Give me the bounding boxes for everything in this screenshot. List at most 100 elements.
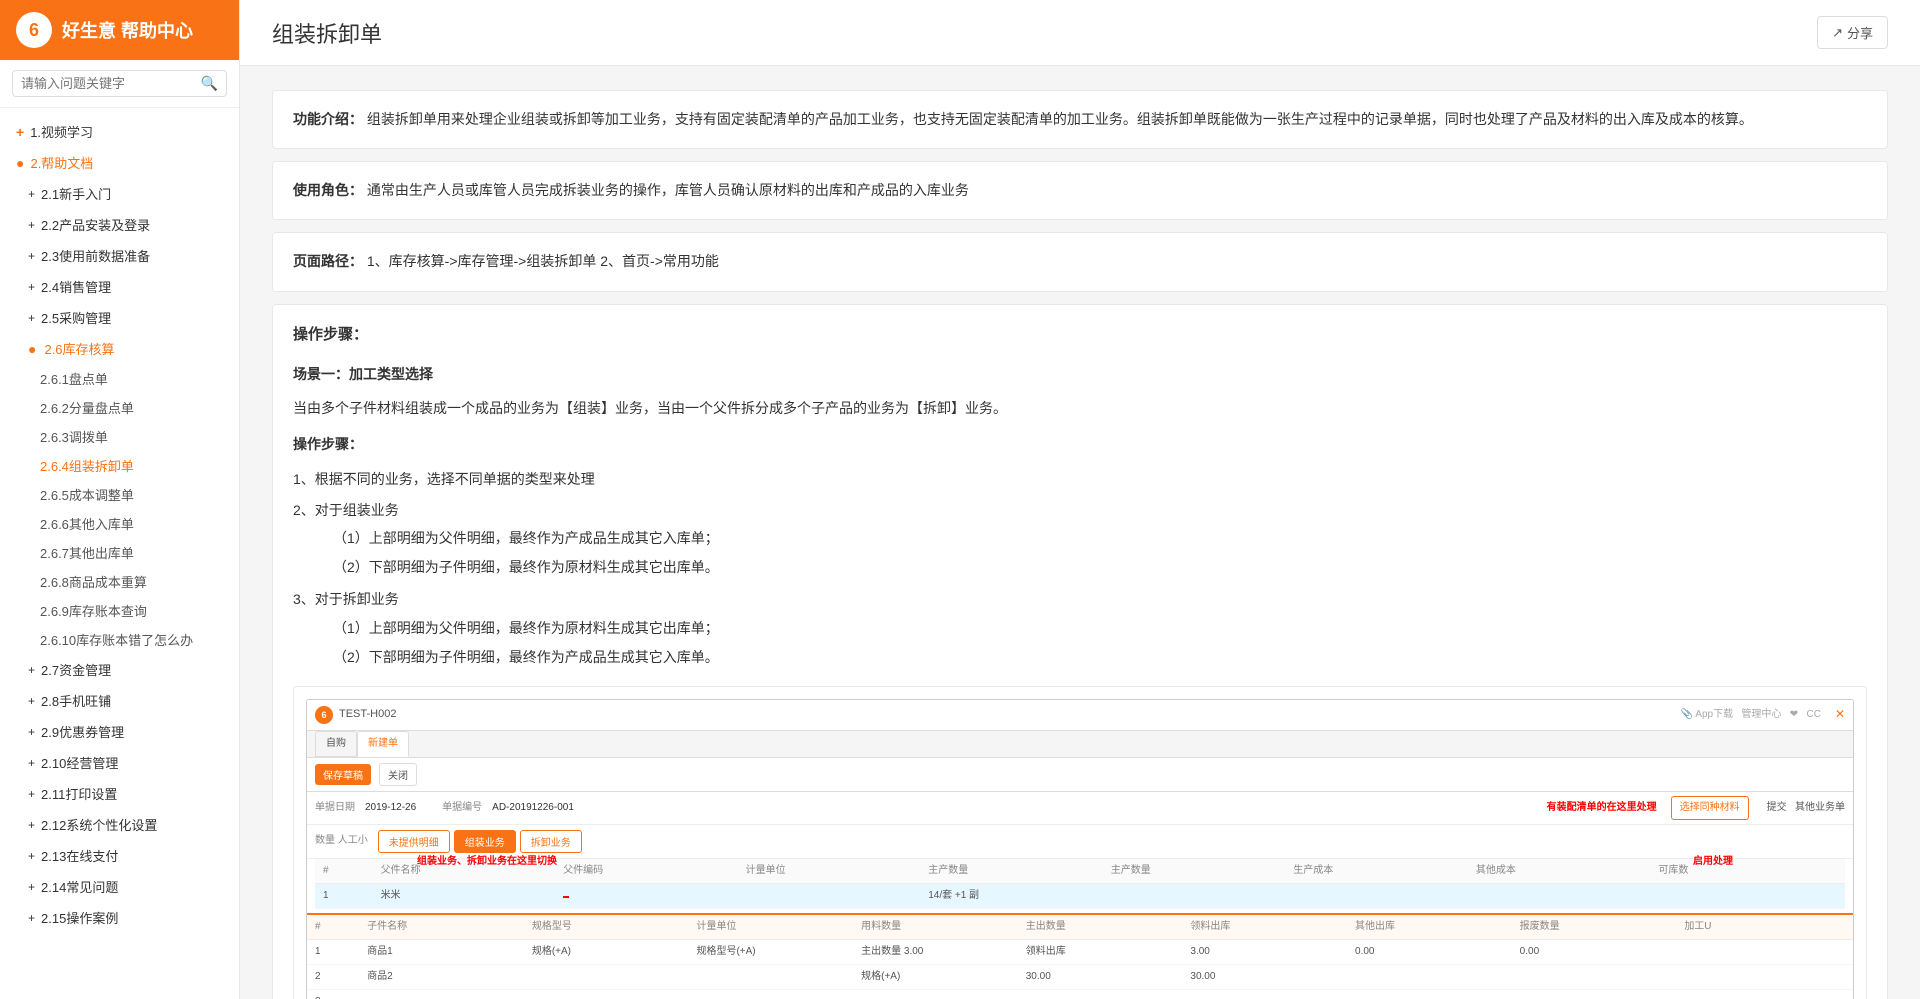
fake-screenshot: 6 TEST-H002 📎 App下载 管理中心 ❤ CC ✕ 自购 新建单 [306,699,1854,999]
annotation-enable: 启用处理 [1693,853,1733,871]
step3-1: （1）上部明细为父件明细，最终作为原材料生成其它出库单； [333,615,1867,642]
sidebar-leaf-otheroutbound[interactable]: 2.6.7其他出库单 [0,538,239,567]
step2: 2、对于组装业务 [293,497,1867,524]
role-text: 通常由生产人员或库管人员完成拆装业务的操作，库管人员确认原材料的出库和产成品的入… [367,182,969,198]
sidebar-item-label: 2.9优惠券管理 [41,722,124,741]
sidebar-search-area: 🔍 [0,60,239,108]
fs-lower-row-3[interactable]: 3 [307,990,1853,999]
page-title: 组装拆卸单 [272,17,382,49]
sidebar-item-newbie[interactable]: + 2.1新手入门 [0,178,239,209]
sidebar-leaf-costadj[interactable]: 2.6.5成本调整单 [0,480,239,509]
fs-type-selector: 数量 人工小 未提供明细 组装业务 拆卸业务 组装业务、拆卸业务在这里切换 [307,825,1853,859]
sidebar-item-install[interactable]: + 2.2产品安装及登录 [0,209,239,240]
path-block: 页面路径： 1、库存核算->库存管理->组装拆卸单 2、首页->常用功能 [272,232,1888,291]
main-header: 组装拆卸单 ↗ 分享 [240,0,1920,66]
share-label: 分享 [1847,23,1873,42]
sidebar-leaf-adjust[interactable]: 2.6.3调拨单 [0,422,239,451]
sidebar-item-coupon[interactable]: + 2.9优惠券管理 [0,716,239,747]
sidebar-item-label: 2.4销售管理 [41,277,111,296]
fs-lower-header: # 子件名称 规格型号 计量单位 用料数量 主出数量 领料出库 其他出库 报废数… [307,915,1853,940]
sidebar-item-sysconfig[interactable]: + 2.12系统个性化设置 [0,809,239,840]
role-label: 使用角色： [293,182,363,198]
sidebar-item-label: 2.3使用前数据准备 [41,246,150,265]
plus-icon: + [28,818,35,832]
share-icon: ↗ [1832,25,1843,41]
path-text: 1、库存核算->库存管理->组装拆卸单 2、首页->常用功能 [367,253,719,269]
sidebar-item-label: 2.7资金管理 [41,660,111,679]
plus-icon: + [28,880,35,894]
sidebar-item-inventory[interactable]: ● 2.6库存核算 [0,333,239,364]
step3-2: （2）下部明细为子件明细，最终作为产成品生成其它入库单。 [333,644,1867,671]
fs-type-btn2[interactable]: 组装业务 [454,830,516,853]
fs-lower-row-1[interactable]: 1 商品1 规格(+A) 规格型号(+A) 主出数量 3.00 领料出库 3.0… [307,940,1853,965]
fs-close-btn[interactable]: 关闭 [379,763,417,786]
sidebar-leaf-partialstock[interactable]: 2.6.2分量盘点单 [0,393,239,422]
fs-no-value: AD-20191226-001 [492,799,574,817]
sidebar-item-purchase[interactable]: + 2.5采购管理 [0,302,239,333]
sidebar-item-label: 2.14常见问题 [41,877,118,896]
sidebar-logo: 6 [16,12,52,48]
nav-section-docs: ● 2.帮助文档 + 2.1新手入门 + 2.2产品安装及登录 + 2.3使用前… [0,147,239,933]
plus-icon: + [28,756,35,770]
main-content: 功能介绍： 组装拆卸单用来处理企业组装或拆卸等加工业务，支持有固定装配清单的产品… [240,66,1920,999]
fs-type-btn3[interactable]: 拆卸业务 [520,830,582,853]
sidebar-leaf-stocktake[interactable]: 2.6.1盘点单 [0,364,239,393]
expand-icon: + [16,124,24,140]
plus-icon: + [28,849,35,863]
search-input[interactable] [21,76,201,91]
leaf-label: 2.6.1盘点单 [40,372,108,387]
sidebar-item-label: 2.8手机旺铺 [41,691,111,710]
sidebar-item-mobile[interactable]: + 2.8手机旺铺 [0,685,239,716]
fs-upper-row-1[interactable]: 1 米米 14/套 +1 副 [315,884,1845,909]
sidebar-leaf-stockerr[interactable]: 2.6.10库存账本错了怎么办 [0,625,239,654]
sidebar-leaf-otherinbound[interactable]: 2.6.6其他入库单 [0,509,239,538]
step2-2: （2）下部明细为子件明细，最终作为原材料生成其它出库单。 [333,554,1867,581]
fs-lower-row-2[interactable]: 2 商品2 规格(+A) 30.00 30.00 [307,965,1853,990]
nav-section-video: + 1.视频学习 [0,116,239,147]
sidebar-leaf-assemble[interactable]: 2.6.4组装拆卸单 [0,451,239,480]
sidebar-item-capital[interactable]: + 2.7资金管理 [0,654,239,685]
sidebar-leaf-goodscost[interactable]: 2.6.8商品成本重算 [0,567,239,596]
share-button[interactable]: ↗ 分享 [1817,16,1888,49]
sidebar-item-ops[interactable]: + 2.10经营管理 [0,747,239,778]
plus-icon: + [28,280,35,294]
fs-close: ✕ [1835,704,1845,726]
sidebar-item-sales[interactable]: + 2.4销售管理 [0,271,239,302]
role-block: 使用角色： 通常由生产人员或库管人员完成拆装业务的操作，库管人员确认原材料的出库… [272,161,1888,220]
fs-icons: 📎 App下载 管理中心 ❤ CC [1681,706,1821,724]
search-box[interactable]: 🔍 [12,70,227,97]
sidebar-item-prepare[interactable]: + 2.3使用前数据准备 [0,240,239,271]
sidebar-item-print[interactable]: + 2.11打印设置 [0,778,239,809]
sidebar-item-onlinepay[interactable]: + 2.13在线支付 [0,840,239,871]
fs-type-btn1[interactable]: 未提供明细 [378,830,450,853]
sidebar-item-docs[interactable]: ● 2.帮助文档 [0,147,239,178]
plus-icon: + [28,694,35,708]
sidebar-item-label: 2.13在线支付 [41,846,118,865]
sidebar-item-faq[interactable]: + 2.14常见问题 [0,871,239,902]
sidebar-title: 好生意 帮助中心 [62,17,193,43]
fs-tabs-bar: 自购 新建单 [307,731,1853,758]
fs-quantity-label: 数量 人工小 [315,832,368,850]
annotation-switch: 组装业务、拆卸业务在这里切换 [417,853,557,871]
docs-sub-items: + 2.1新手入门 + 2.2产品安装及登录 + 2.3使用前数据准备 + 2.… [0,178,239,933]
step1: 1、根据不同的业务，选择不同单据的类型来处理 [293,466,1867,493]
plus-icon: + [28,187,35,201]
leaf-label: 2.6.8商品成本重算 [40,575,147,590]
sidebar-item-cases[interactable]: + 2.15操作案例 [0,902,239,933]
sidebar-item-label: 2.15操作案例 [41,908,118,927]
sidebar-item-video[interactable]: + 1.视频学习 [0,116,239,147]
expand-icon: ● [16,155,24,171]
scenario1-title: 场景一：加工类型选择 [293,362,1867,387]
fs-save-btn[interactable]: 保存草稿 [315,764,371,785]
fs-tab-self[interactable]: 自购 [315,731,357,757]
fs-app-logo: 6 [315,706,333,724]
sidebar-item-label: 2.6库存核算 [44,339,114,358]
sidebar-leaf-stockacct[interactable]: 2.6.9库存账本查询 [0,596,239,625]
sidebar-item-label: 2.1新手入门 [41,184,111,203]
fs-lower-wrap: # 子件名称 规格型号 计量单位 用料数量 主出数量 领料出库 其他出库 报废数… [307,913,1853,999]
fs-select-material[interactable]: 选择同种材料 [1671,796,1749,820]
leaf-label: 2.6.2分量盘点单 [40,401,134,416]
fs-titlebar: 6 TEST-H002 📎 App下载 管理中心 ❤ CC ✕ [307,700,1853,731]
fs-tab-new[interactable]: 新建单 [357,731,409,757]
sidebar-item-label: 2.10经营管理 [41,753,118,772]
